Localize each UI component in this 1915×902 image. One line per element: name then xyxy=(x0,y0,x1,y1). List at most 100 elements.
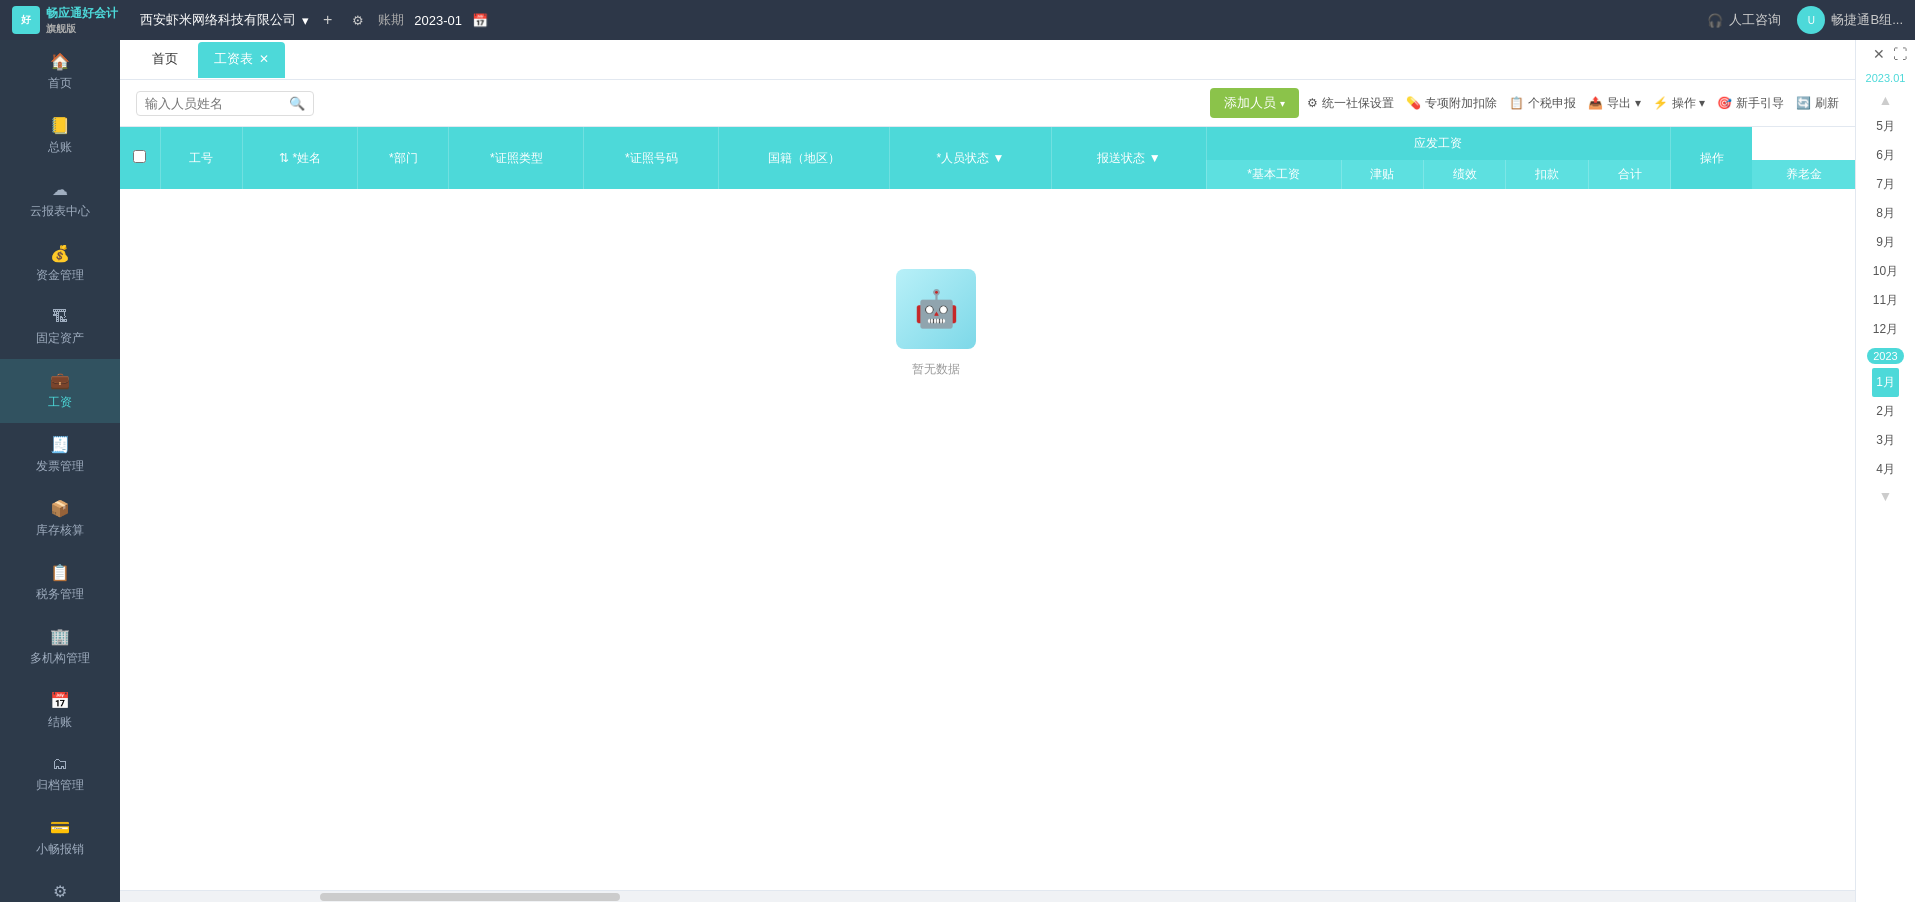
expand-panel-button[interactable]: ⛶ xyxy=(1889,44,1911,64)
th-deduction: 扣款 xyxy=(1506,160,1588,189)
tax-declare-icon: 📋 xyxy=(1509,96,1524,110)
toolbar-action-new-guide[interactable]: 🎯 新手引导 xyxy=(1717,95,1784,112)
toolbar-action-export[interactable]: 📤 导出 ▾ xyxy=(1588,95,1640,112)
multi-org-label: 多机构管理 xyxy=(30,650,90,667)
sidebar-item-settings[interactable]: ⚙ 基础设置 xyxy=(0,870,120,902)
close-panel-button[interactable]: ✕ xyxy=(1869,44,1889,64)
special-deduction-label: 专项附加扣除 xyxy=(1425,95,1497,112)
sidebar-item-fixed-asset[interactable]: 🏗 固定资产 xyxy=(0,296,120,359)
calendar-icon[interactable]: 📅 xyxy=(472,13,488,28)
tax-icon: 📋 xyxy=(50,563,70,582)
header-right: 🎧 人工咨询 U 畅捷通B组... xyxy=(1707,6,1903,34)
sidebar-item-salary[interactable]: 💼 工资 xyxy=(0,359,120,423)
year-badge-2023[interactable]: 2023 xyxy=(1867,348,1903,364)
home-label: 首页 xyxy=(48,75,72,92)
toolbar-action-refresh[interactable]: 🔄 刷新 xyxy=(1796,95,1839,112)
toolbar-action-operations[interactable]: ⚡ 操作 ▾ xyxy=(1653,95,1705,112)
th-id-type: *证照类型 xyxy=(449,127,584,189)
inventory-icon: 📦 xyxy=(50,499,70,518)
user-menu[interactable]: U 畅捷通B组... xyxy=(1797,6,1903,34)
th-allowance: 津贴 xyxy=(1341,160,1423,189)
salary-label: 工资 xyxy=(48,394,72,411)
month-item-prev-12[interactable]: 12月 xyxy=(1869,315,1902,344)
salary-tab-label: 工资表 xyxy=(214,50,253,68)
invoice-label: 发票管理 xyxy=(36,458,84,475)
sidebar-item-invoice[interactable]: 🧾 发票管理 xyxy=(0,423,120,487)
settings-icon[interactable]: ⚙ xyxy=(346,11,370,30)
special-deduction-icon: 💊 xyxy=(1406,96,1421,110)
search-input[interactable] xyxy=(145,96,285,111)
sidebar-item-home[interactable]: 🏠 首页 xyxy=(0,40,120,104)
toolbar-action-tax-declare[interactable]: 📋 个税申报 xyxy=(1509,95,1576,112)
sidebar-item-cloud-report[interactable]: ☁ 云报表中心 xyxy=(0,168,120,232)
th-number: 工号 xyxy=(160,127,242,189)
add-person-label: 添加人员 xyxy=(1224,94,1276,112)
curr-year-months: 1月2月3月4月 xyxy=(1872,368,1899,484)
new-guide-label: 新手引导 xyxy=(1736,95,1784,112)
user-avatar: U xyxy=(1797,6,1825,34)
right-panel: ✕ ⛶ 2023.01 ▲ 5月6月7月8月9月10月11月12月 2023 1… xyxy=(1855,40,1915,902)
panel-controls: ✕ ⛶ xyxy=(1856,40,1915,68)
th-status: *人员状态 ▼ xyxy=(889,127,1052,189)
sidebar-item-ledger[interactable]: 📒 总账 xyxy=(0,104,120,168)
search-icon[interactable]: 🔍 xyxy=(289,96,305,111)
sidebar-item-archive[interactable]: 🗂 归档管理 xyxy=(0,743,120,806)
close-label: 结账 xyxy=(48,714,72,731)
month-item-curr-1[interactable]: 1月 xyxy=(1872,368,1899,397)
sidebar-item-close[interactable]: 📅 结账 xyxy=(0,679,120,743)
scroll-up-icon[interactable]: ▲ xyxy=(1875,88,1897,112)
inventory-label: 库存核算 xyxy=(36,522,84,539)
toolbar-action-social-security[interactable]: ⚙ 统一社保设置 xyxy=(1307,95,1394,112)
tax-label: 税务管理 xyxy=(36,586,84,603)
period-display: 2023.01 xyxy=(1862,68,1910,88)
sidebar-item-multi-org[interactable]: 🏢 多机构管理 xyxy=(0,615,120,679)
support-button[interactable]: 🎧 人工咨询 xyxy=(1707,11,1781,29)
sidebar-item-inventory[interactable]: 📦 库存核算 xyxy=(0,487,120,551)
tab-bar: 首页 工资表 ✕ xyxy=(120,40,1855,80)
fund-label: 资金管理 xyxy=(36,267,84,284)
export-label: 导出 ▾ xyxy=(1607,95,1640,112)
app-name: 畅应通好会计 旗舰版 xyxy=(46,5,118,36)
th-total: 合计 xyxy=(1588,160,1670,189)
toolbar-action-special-deduction[interactable]: 💊 专项附加扣除 xyxy=(1406,95,1497,112)
company-name: 西安虾米网络科技有限公司 xyxy=(140,11,296,29)
month-item-prev-6[interactable]: 6月 xyxy=(1869,141,1902,170)
month-item-prev-7[interactable]: 7月 xyxy=(1869,170,1902,199)
month-item-prev-10[interactable]: 10月 xyxy=(1869,257,1902,286)
month-item-prev-11[interactable]: 11月 xyxy=(1869,286,1902,315)
tab-close-icon[interactable]: ✕ xyxy=(259,52,269,66)
month-item-curr-4[interactable]: 4月 xyxy=(1872,455,1899,484)
company-selector[interactable]: 西安虾米网络科技有限公司 ▾ xyxy=(132,7,317,33)
empty-state-cell: 🤖 暂无数据 xyxy=(120,189,1752,458)
month-item-curr-3[interactable]: 3月 xyxy=(1872,426,1899,455)
support-label: 人工咨询 xyxy=(1729,11,1781,29)
empty-state-row: 🤖 暂无数据 xyxy=(120,189,1855,458)
month-item-curr-2[interactable]: 2月 xyxy=(1872,397,1899,426)
add-icon[interactable]: + xyxy=(317,9,338,31)
fund-icon: 💰 xyxy=(50,244,70,263)
settings-icon: ⚙ xyxy=(53,882,67,901)
th-name: ⇅ *姓名 xyxy=(242,127,357,189)
header-period: 账期 2023-01 📅 xyxy=(378,11,488,29)
prev-year-months: 5月6月7月8月9月10月11月12月 xyxy=(1869,112,1902,344)
fixed-asset-label: 固定资产 xyxy=(36,330,84,347)
month-item-prev-9[interactable]: 9月 xyxy=(1869,228,1902,257)
main-layout: 🏠 首页 📒 总账 ☁ 云报表中心 💰 资金管理 🏗 固定资产 💼 工资 🧾 发… xyxy=(0,40,1915,902)
month-item-prev-8[interactable]: 8月 xyxy=(1869,199,1902,228)
search-wrap: 🔍 xyxy=(136,91,314,116)
scroll-down-icon[interactable]: ▼ xyxy=(1875,484,1897,508)
tab-home[interactable]: 首页 xyxy=(136,42,194,78)
user-name: 畅捷通B组... xyxy=(1831,11,1903,29)
sidebar-item-fund[interactable]: 💰 资金管理 xyxy=(0,232,120,296)
select-all-checkbox[interactable] xyxy=(133,150,146,163)
select-all-col xyxy=(120,127,160,189)
table-scrollbar[interactable] xyxy=(120,890,1855,902)
table-scrollbar-thumb[interactable] xyxy=(320,893,620,901)
sidebar-item-expense[interactable]: 💳 小畅报销 xyxy=(0,806,120,870)
chevron-down-icon[interactable]: ▾ xyxy=(302,13,309,28)
add-person-button[interactable]: 添加人员 ▾ xyxy=(1210,88,1299,118)
fixed-asset-icon: 🏗 xyxy=(52,308,68,326)
tab-salary-table[interactable]: 工资表 ✕ xyxy=(198,42,285,78)
sidebar-item-tax[interactable]: 📋 税务管理 xyxy=(0,551,120,615)
month-item-prev-5[interactable]: 5月 xyxy=(1869,112,1902,141)
